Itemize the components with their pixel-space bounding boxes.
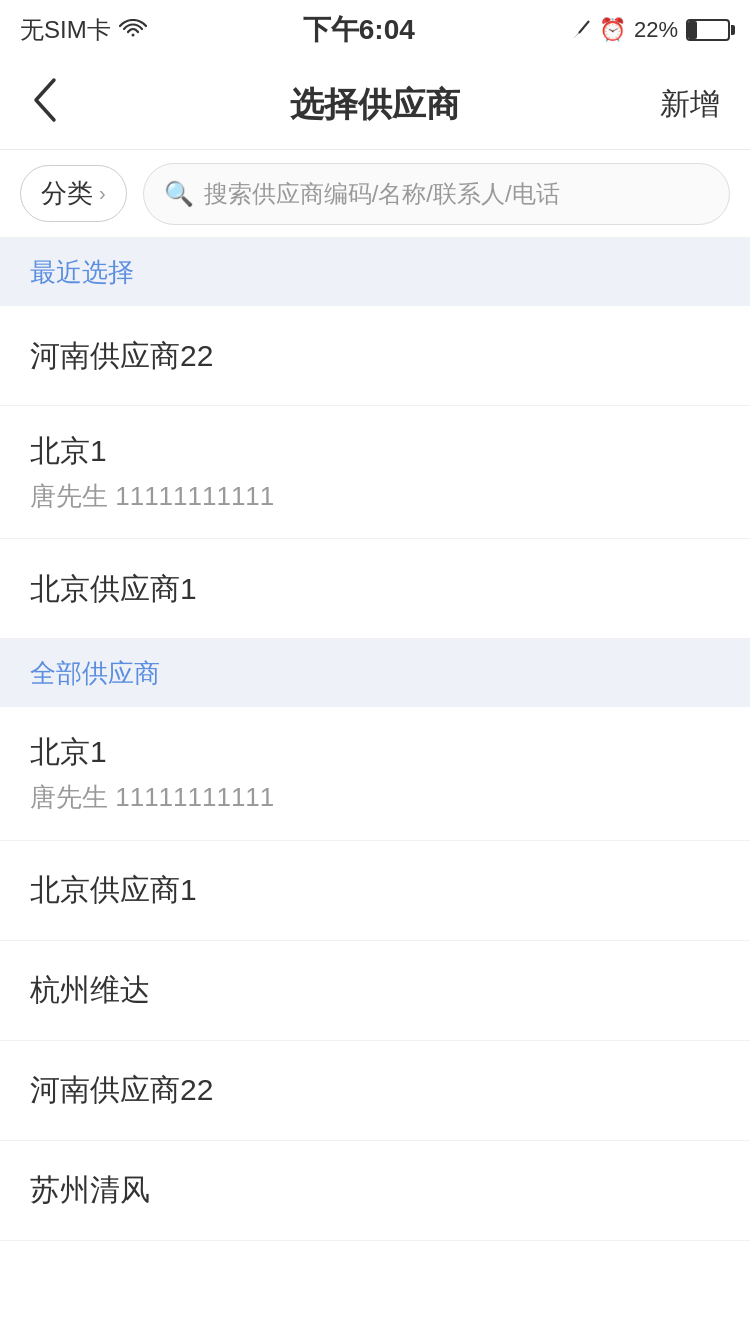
search-input[interactable]: 搜索供应商编码/名称/联系人/电话 (204, 178, 560, 210)
list-item[interactable]: 北京供应商1 (0, 841, 750, 941)
category-label: 分类 (41, 176, 93, 211)
location-icon (571, 19, 591, 41)
nav-bar: 选择供应商 新增 (0, 60, 750, 150)
item-name: 河南供应商22 (30, 335, 720, 377)
status-right: ⏰ 22% (571, 17, 730, 43)
list-item[interactable]: 河南供应商22 (0, 1041, 750, 1141)
wifi-icon (119, 19, 147, 41)
list-item[interactable]: 北京1 唐先生 11111111111 (0, 707, 750, 840)
category-arrow-icon: › (99, 182, 106, 205)
item-name: 北京1 (30, 430, 720, 472)
alarm-icon: ⏰ (599, 17, 626, 43)
all-section-header: 全部供应商 (0, 639, 750, 707)
list-item[interactable]: 北京1 唐先生 11111111111 (0, 406, 750, 539)
status-left: 无SIM卡 (20, 14, 147, 46)
all-section-label: 全部供应商 (30, 656, 160, 691)
search-container[interactable]: 🔍 搜索供应商编码/名称/联系人/电话 (143, 163, 730, 225)
item-contact: 唐先生 11111111111 (30, 779, 720, 815)
list-item[interactable]: 杭州维达 (0, 941, 750, 1041)
item-contact: 唐先生 11111111111 (30, 478, 720, 514)
recent-section-label: 最近选择 (30, 255, 134, 290)
list-item[interactable]: 苏州清风 (0, 1141, 750, 1241)
item-name: 北京1 (30, 731, 720, 773)
status-bar: 无SIM卡 下午6:04 ⏰ 22% (0, 0, 750, 60)
list-item[interactable]: 北京供应商1 (0, 539, 750, 639)
recent-section-header: 最近选择 (0, 238, 750, 306)
list-item[interactable]: 河南供应商22 (0, 306, 750, 406)
back-button[interactable] (30, 76, 90, 133)
item-name: 苏州清风 (30, 1169, 720, 1211)
item-name: 河南供应商22 (30, 1069, 720, 1111)
battery-icon (686, 19, 730, 41)
item-name: 北京供应商1 (30, 869, 720, 911)
search-icon: 🔍 (164, 180, 194, 208)
category-filter-button[interactable]: 分类 › (20, 165, 127, 222)
all-list: 北京1 唐先生 11111111111 北京供应商1 杭州维达河南供应商22 苏州清风 (0, 707, 750, 1240)
recent-list: 河南供应商22 北京1 唐先生 11111111111 北京供应商1 (0, 306, 750, 639)
filter-bar: 分类 › 🔍 搜索供应商编码/名称/联系人/电话 (0, 150, 750, 238)
status-time: 下午6:04 (303, 11, 415, 49)
item-name: 杭州维达 (30, 969, 720, 1011)
page-title: 选择供应商 (290, 82, 460, 128)
item-name: 北京供应商1 (30, 568, 720, 610)
carrier-text: 无SIM卡 (20, 14, 111, 46)
add-button[interactable]: 新增 (660, 84, 720, 125)
battery-text: 22% (634, 17, 678, 43)
